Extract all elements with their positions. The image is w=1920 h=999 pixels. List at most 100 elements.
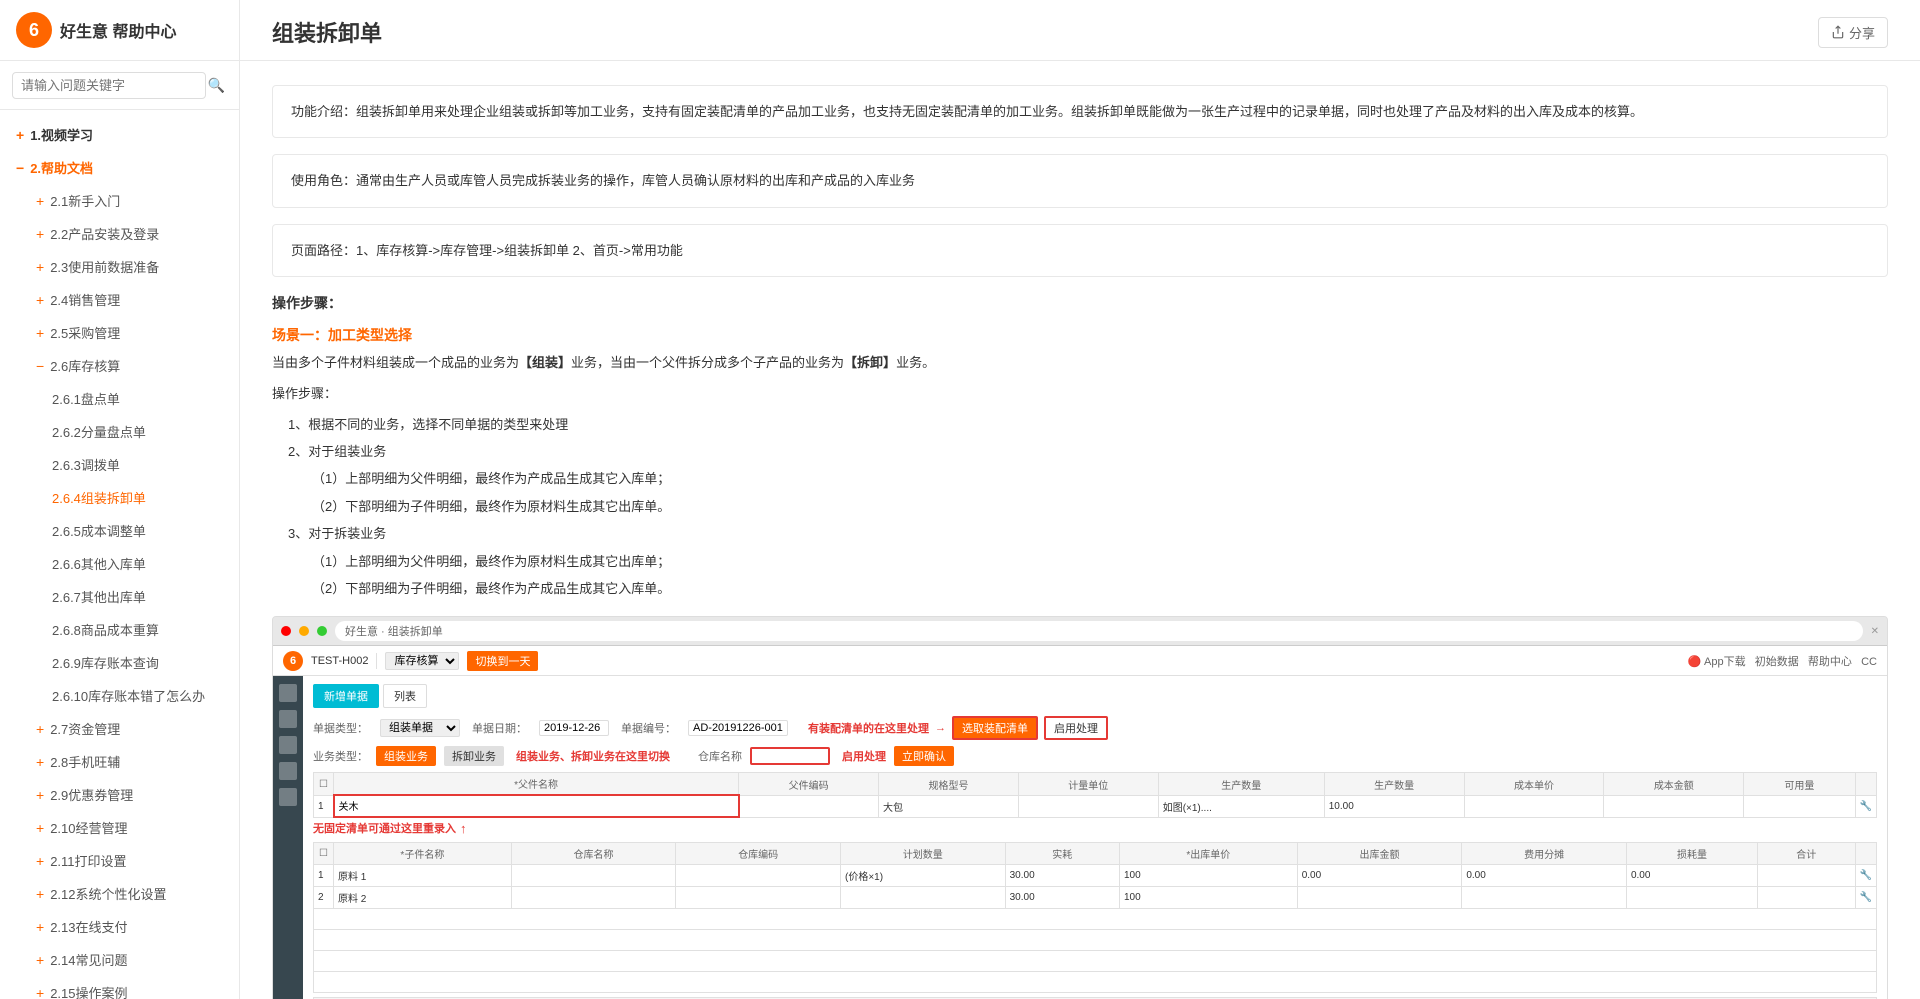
sidebar-item-cases[interactable]: + 2.15操作案例 — [28, 976, 239, 999]
assembly-steps: （1）上部明细为父件明细，最终作为产成品生成其它入库单； （2）下部明细为子件明… — [312, 467, 1888, 518]
sidebar-item-install[interactable]: + 2.2产品安装及登录 — [28, 217, 239, 250]
annot-no-bom: 无固定清单可通过这里重录入 ↑ — [313, 820, 1877, 836]
chrome-icons: ✕ — [1871, 626, 1879, 637]
parent-name-input[interactable] — [339, 800, 734, 811]
sidebar-item-mobile[interactable]: + 2.8手机旺辅 — [28, 745, 239, 778]
lower-cell-actual-2: 30.00 — [1005, 887, 1119, 909]
table-row — [314, 909, 1877, 930]
lower-cell-action-1: 🔧 — [1855, 865, 1876, 887]
cell-produce-qty: 如图(×1).... — [1158, 795, 1324, 817]
confirm-btn[interactable]: 立即确认 — [894, 746, 954, 766]
disassembly-type-btn[interactable]: 拆卸业务 — [444, 746, 504, 766]
table-row: 1 大包 如图(×1).... 10.00 — [314, 795, 1877, 817]
lower-table-header: ☐ *子件名称 仓库名称 仓库编码 计划数量 实耗 *出库单价 出库金额 费用分… — [314, 843, 1877, 865]
tab-list[interactable]: 列表 — [383, 684, 427, 708]
app-logo: 6 — [283, 651, 303, 671]
sidebar-item-video[interactable]: + 1.视频学习 — [0, 118, 239, 151]
lower-cell-total-1 — [1758, 865, 1856, 887]
lower-table-body: 1 原料 1 (价格×1) 30.00 100 0.00 0.00 0. — [314, 865, 1877, 993]
lower-cell-plan-2 — [841, 887, 1006, 909]
sidebar-item-costrecalc[interactable]: 2.6.8商品成本重算 — [44, 613, 239, 646]
lower-cell-wh-2 — [511, 887, 676, 909]
app-body: 新增单据 列表 单据类型： 组装单据 单据日期： 单据编号： — [273, 676, 1887, 999]
col-unit: 计量单位 — [1018, 773, 1158, 796]
number-input[interactable] — [688, 720, 788, 736]
sidebar-item-otherout[interactable]: 2.6.7其他出库单 — [44, 580, 239, 613]
sidebar-item-inventory[interactable]: − 2.6库存核算 — [28, 349, 239, 382]
sidebar-item-sales[interactable]: + 2.4销售管理 — [28, 283, 239, 316]
col-spec: 规格型号 — [879, 773, 1019, 796]
app-select[interactable]: 库存核算 — [385, 652, 459, 670]
table-row: 1 原料 1 (价格×1) 30.00 100 0.00 0.00 0. — [314, 865, 1877, 887]
app-sidebar-icon5 — [279, 788, 297, 806]
share-button[interactable]: 分享 — [1818, 17, 1888, 48]
lower-cell-share-1: 0.00 — [1462, 865, 1627, 887]
lower-cell-name-1: 原料 1 — [334, 865, 512, 887]
sidebar-item-otherin[interactable]: 2.6.6其他入库单 — [44, 547, 239, 580]
logo-icon: 6 — [16, 12, 52, 48]
annot-assembly-area: 有装配清单的在这里处理 → 选取装配清单 启用处理 — [808, 716, 1108, 740]
warehouse-input[interactable] — [750, 747, 830, 765]
cell-cost-price — [1464, 795, 1604, 817]
assembly-type-btn[interactable]: 组装业务 — [376, 746, 436, 766]
sidebar-item-splitstock[interactable]: 2.6.2分量盘点单 — [44, 415, 239, 448]
chrome-close — [281, 626, 291, 636]
lower-cell-wh-1 — [511, 865, 676, 887]
steps-title: 操作步骤： — [272, 382, 1888, 407]
sidebar-item-stockerr[interactable]: 2.6.10库存账本错了怎么办 — [44, 679, 239, 712]
sidebar-item-label: 1.视频学习 — [30, 125, 93, 144]
col-cost-price: 成本单价 — [1464, 773, 1604, 796]
number-label: 单据编号： — [621, 720, 676, 736]
lower-col-cost-share: 费用分摊 — [1462, 843, 1627, 865]
divider — [376, 653, 377, 669]
col-available: 可用量 — [1744, 773, 1855, 796]
cell-action: 🔧 — [1855, 795, 1876, 817]
cell-spec: 大包 — [879, 795, 1019, 817]
sidebar-sub-inventory: 2.6.1盘点单 2.6.2分量盘点单 2.6.3调拨单 2.6.4组装拆卸单 … — [28, 382, 239, 712]
lower-cell-outamt-1: 0.00 — [1297, 865, 1462, 887]
search-button[interactable]: 🔍 — [206, 71, 227, 99]
lower-col-actual: 实耗 — [1005, 843, 1119, 865]
cell-check: 1 — [314, 795, 334, 817]
sidebar-item-assembly[interactable]: 2.6.4组装拆卸单 — [44, 481, 239, 514]
sidebar-item-faq[interactable]: + 2.14常见问题 — [28, 943, 239, 976]
annot-subtype: 组装业务、拆卸业务在这里切换 — [516, 748, 670, 764]
sidebar-item-costadj[interactable]: 2.6.5成本调整单 — [44, 514, 239, 547]
sidebar-item-customize[interactable]: + 2.12系统个性化设置 — [28, 877, 239, 910]
screenshot-container: 好生意 · 组装拆卸单 ✕ 6 TEST-H002 库存核算 切换到一天 🔴 A… — [272, 616, 1888, 999]
sidebar-item-finance[interactable]: + 2.7资金管理 — [28, 712, 239, 745]
sidebar-item-stocktake[interactable]: 2.6.1盘点单 — [44, 382, 239, 415]
col-cost-amount: 成本金额 — [1604, 773, 1744, 796]
lower-cell-whcode-2 — [676, 887, 841, 909]
upper-table-body: 1 大包 如图(×1).... 10.00 — [314, 795, 1877, 817]
table-row: 2 原料 2 30.00 100 — [314, 887, 1877, 909]
app-switch-btn[interactable]: 切换到一天 — [467, 651, 538, 671]
sidebar-item-adjust[interactable]: 2.6.3调拨单 — [44, 448, 239, 481]
disassembly-step-2: （2）下部明细为子件明细，最终作为产成品生成其它入库单。 — [312, 577, 1888, 600]
tab-new[interactable]: 新增单据 — [313, 684, 379, 708]
lower-cell-share-2 — [1462, 887, 1627, 909]
sidebar-item-newcomer[interactable]: + 2.1新手入门 — [28, 184, 239, 217]
sidebar-item-print[interactable]: + 2.11打印设置 — [28, 844, 239, 877]
scene1-desc: 当由多个子件材料组装成一个成品的业务为【组装】业务，当由一个父件拆分成多个子产品… — [272, 351, 1888, 376]
date-label: 单据日期： — [472, 720, 527, 736]
sidebar-item-purchase[interactable]: + 2.5采购管理 — [28, 316, 239, 349]
sidebar-item-onlinepay[interactable]: + 2.13在线支付 — [28, 910, 239, 943]
select-bom-btn[interactable]: 选取装配清单 — [952, 716, 1038, 740]
type-label: 单据类型： — [313, 720, 368, 736]
sidebar-item-coupon[interactable]: + 2.9优惠券管理 — [28, 778, 239, 811]
main-content: 功能介绍：组装拆卸单用来处理企业组装或拆卸等加工业务，支持有固定装配清单的产品加… — [240, 61, 1920, 999]
logo-text: 好生意 帮助中心 — [60, 18, 176, 42]
sidebar-item-bizmanage[interactable]: + 2.10经营管理 — [28, 811, 239, 844]
subtype-label: 业务类型： — [313, 748, 368, 764]
sidebar-item-data[interactable]: + 2.3使用前数据准备 — [28, 250, 239, 283]
sidebar-item-docs[interactable]: − 2.帮助文档 — [0, 151, 239, 184]
search-input[interactable] — [12, 72, 206, 99]
function-intro-block: 功能介绍：组装拆卸单用来处理企业组装或拆卸等加工业务，支持有固定装配清单的产品加… — [272, 85, 1888, 138]
sidebar-item-stockquery[interactable]: 2.6.9库存账本查询 — [44, 646, 239, 679]
search-box: 🔍 — [0, 61, 239, 110]
date-input[interactable] — [539, 720, 609, 736]
lower-col-out-amount: 出库金额 — [1297, 843, 1462, 865]
type-select[interactable]: 组装单据 — [380, 719, 460, 737]
lower-cell-plan-1: (价格×1) — [841, 865, 1006, 887]
